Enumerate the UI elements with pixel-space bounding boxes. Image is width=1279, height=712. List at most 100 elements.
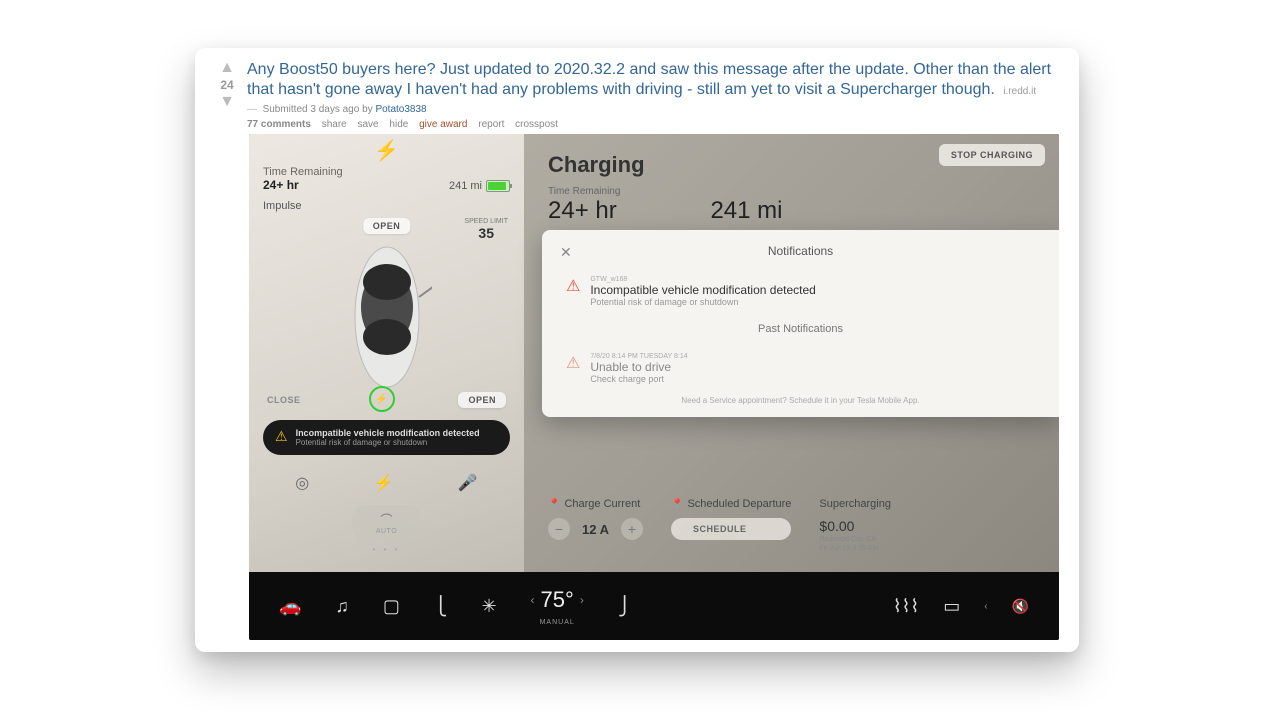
author-link[interactable]: Potato3838 <box>375 104 426 115</box>
close-button[interactable]: CLOSE <box>267 395 301 405</box>
give-award-link[interactable]: give award <box>419 119 467 130</box>
by-word: by <box>362 104 373 115</box>
vote-score: 24 <box>207 78 247 92</box>
save-link[interactable]: save <box>358 119 379 130</box>
charge-current-col: 📍 Charge Current − 12 A + <box>548 498 643 540</box>
music-icon[interactable]: ♫ <box>335 596 349 617</box>
right-panel: STOP CHARGING Charging Time Remaining 24… <box>524 134 1059 572</box>
tr-label: Time Remaining <box>548 186 620 197</box>
scheduled-departure-col: 📍 Scheduled Departure SCHEDULE <box>671 498 791 540</box>
schedule-note: Need a Service appointment? Schedule it … <box>560 396 1041 405</box>
vote-column: ▲ 24 ▼ <box>207 60 247 130</box>
charge-current-value: 12 A <box>582 522 609 537</box>
notifications-header: Notifications <box>768 244 833 258</box>
frunk-open-button[interactable]: OPEN <box>363 218 411 234</box>
volume-mute-icon[interactable]: 🔇 <box>1012 598 1029 615</box>
app-launcher-icon[interactable]: ▢ <box>383 596 400 617</box>
temperature-value: 75° <box>541 587 574 613</box>
trunk-open-button[interactable]: OPEN <box>458 392 506 408</box>
defrost-front-icon[interactable]: ⌇⌇⌇ <box>893 596 919 617</box>
post-actions: 77 comments share save hide give award r… <box>247 119 1067 130</box>
climate-mode-label: MANUAL <box>540 619 575 626</box>
seat-heater-left-icon[interactable]: ⎩ <box>434 596 448 617</box>
warning-triangle-icon: ⚠ <box>275 428 288 445</box>
notifications-panel: ✕ Notifications ⚠ GTW_w168 Incompatible … <box>542 230 1059 417</box>
warning-triangle-icon: ⚠ <box>566 353 580 384</box>
steering-icon[interactable]: ◎ <box>295 473 309 493</box>
speed-limit-sign: SPEED LIMIT 35 <box>464 218 508 241</box>
page-dots-icon: • • • <box>263 545 510 554</box>
wiper-icon: ⌒ <box>352 511 422 528</box>
increase-amps-button[interactable]: + <box>621 518 643 540</box>
notification-item-current[interactable]: ⚠ GTW_w168 Incompatible vehicle modifica… <box>560 276 1041 307</box>
comments-link[interactable]: 77 comments <box>247 119 311 130</box>
alert-toast[interactable]: ⚠ Incompatible vehicle modification dete… <box>263 420 510 455</box>
supercharging-location: Redwood City, CA <box>819 536 891 543</box>
toast-title: Incompatible vehicle modification detect… <box>296 428 480 438</box>
past-notifications-label: Past Notifications <box>560 323 1041 335</box>
supercharging-time: Fri Jun 19 4:35 AM <box>819 545 891 552</box>
supercharging-label: Supercharging <box>819 498 891 510</box>
post-main: Any Boost50 buyers here? Just updated to… <box>247 60 1067 130</box>
charge-current-label: Charge Current <box>564 498 640 510</box>
temp-up-button[interactable]: › <box>580 593 584 607</box>
stop-charging-button[interactable]: STOP CHARGING <box>939 144 1045 166</box>
temperature-control: ‹ 75° › MANUAL <box>531 587 584 626</box>
supercharging-price: $0.00 <box>819 518 891 534</box>
temp-down-button[interactable]: ‹ <box>531 593 535 607</box>
pin-icon: 📍 <box>671 499 683 510</box>
post-domain[interactable]: i.redd.it <box>1003 86 1036 97</box>
volume-down-button[interactable]: ‹ <box>984 601 987 612</box>
toast-subtitle: Potential risk of damage or shutdown <box>296 438 480 447</box>
share-link[interactable]: share <box>322 119 347 130</box>
upvote-arrow-icon[interactable]: ▲ <box>207 60 247 76</box>
report-link[interactable]: report <box>478 119 504 130</box>
embedded-photo: ⚡ Time Remaining 24+ hr 241 mi Impulse O… <box>249 134 1059 640</box>
range-value: 241 mi <box>449 180 482 192</box>
time-remaining-label: Time Remaining <box>263 166 343 178</box>
bottom-bar: 🚗 ♫ ▢ ⎩ ✳ ‹ 75° › MANUAL ⎭ ⌇⌇⌇ ▭ ‹ 🔇 <box>249 572 1059 640</box>
wiper-auto-button[interactable]: ⌒ AUTO <box>352 505 422 541</box>
car-area: OPEN SPEED LIMIT 35 CLOSE <box>263 218 510 418</box>
car-name: Impulse <box>263 200 510 212</box>
range-indicator: 241 mi <box>449 180 510 192</box>
car-icon[interactable]: 🚗 <box>279 596 301 617</box>
post-byline: — Submitted 3 days ago by Potato3838 <box>247 104 1067 115</box>
past-notif-meta: 7/8/20 8:14 PM TUESDAY 8:14 <box>590 353 687 360</box>
time-remaining-value: 24+ hr <box>263 178 343 192</box>
speed-limit-value: 35 <box>464 225 508 241</box>
past-notif-title: Unable to drive <box>590 360 687 374</box>
charging-bolt-icon: ⚡ <box>374 138 399 163</box>
microphone-icon[interactable]: 🎤 <box>458 473 478 493</box>
tesla-screen: ⚡ Time Remaining 24+ hr 241 mi Impulse O… <box>249 134 1059 572</box>
defrost-rear-icon[interactable]: ▭ <box>943 596 960 617</box>
decrease-amps-button[interactable]: − <box>548 518 570 540</box>
post-title: Any Boost50 buyers here? Just updated to… <box>247 60 1067 100</box>
warning-triangle-icon: ⚠ <box>566 276 580 307</box>
notif-title: Incompatible vehicle modification detect… <box>590 283 815 297</box>
right-range: 241 mi <box>710 197 782 225</box>
scheduled-departure-label: Scheduled Departure <box>687 498 791 510</box>
tr-value: 24+ hr <box>548 197 620 225</box>
supercharging-col: Supercharging $0.00 Redwood City, CA Fri… <box>819 498 891 552</box>
charge-icon[interactable]: ⚡ <box>374 473 394 493</box>
schedule-button[interactable]: SCHEDULE <box>671 518 791 540</box>
past-notif-sub: Check charge port <box>590 374 687 384</box>
post-title-link[interactable]: Any Boost50 buyers here? Just updated to… <box>247 61 1051 98</box>
notification-item-past[interactable]: ⚠ 7/8/20 8:14 PM TUESDAY 8:14 Unable to … <box>560 353 1041 384</box>
quick-controls-row: ◎ ⚡ 🎤 <box>263 473 510 493</box>
downvote-arrow-icon[interactable]: ▼ <box>207 94 247 110</box>
post-header: ▲ 24 ▼ Any Boost50 buyers here? Just upd… <box>195 48 1079 136</box>
seat-heater-right-icon[interactable]: ⎭ <box>618 596 632 617</box>
submitted-word: Submitted <box>263 104 308 115</box>
close-icon[interactable]: ✕ <box>560 244 572 261</box>
notif-code: GTW_w168 <box>590 276 815 283</box>
hide-link[interactable]: hide <box>389 119 408 130</box>
notif-sub: Potential risk of damage or shutdown <box>590 297 815 307</box>
charge-row: 📍 Charge Current − 12 A + 📍 Scheduled Depa… <box>548 498 1035 552</box>
auto-label: AUTO <box>352 528 422 535</box>
battery-icon <box>486 180 510 192</box>
pin-icon: 📍 <box>548 499 560 510</box>
crosspost-link[interactable]: crosspost <box>515 119 558 130</box>
fan-icon[interactable]: ✳ <box>481 596 496 617</box>
